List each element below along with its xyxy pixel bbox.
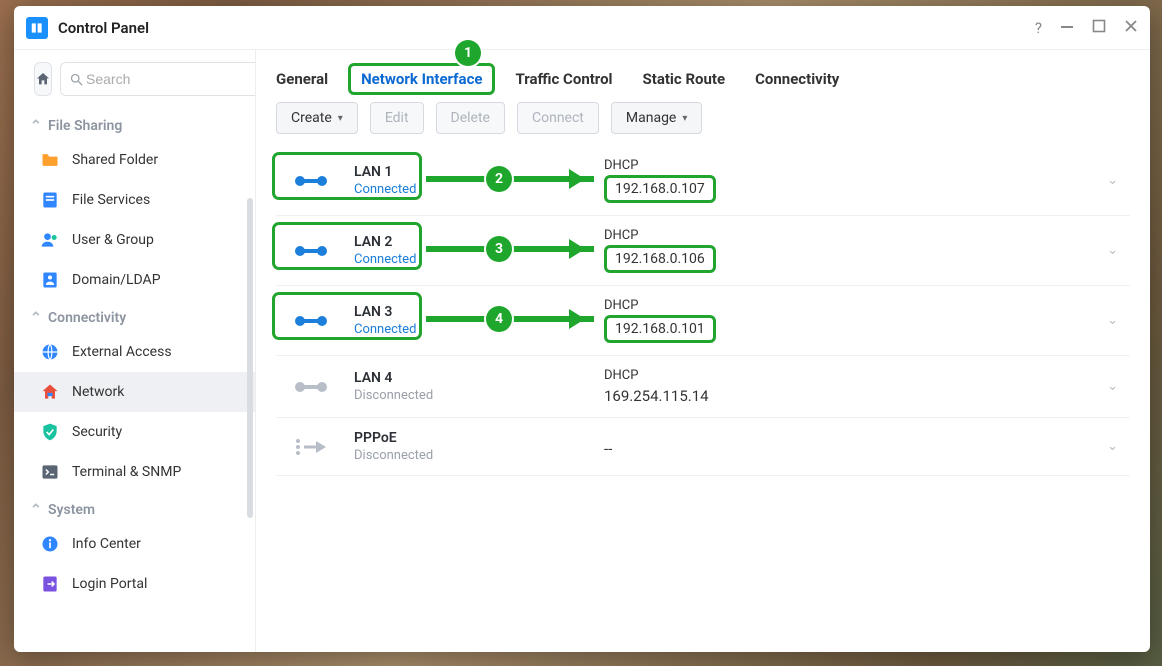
sidebar-scrollbar[interactable] bbox=[247, 198, 253, 518]
titlebar: Control Panel ? bbox=[14, 6, 1150, 50]
close-button[interactable] bbox=[1124, 19, 1138, 37]
manage-button[interactable]: Manage▾ bbox=[611, 102, 703, 134]
sidebar-item-login-portal[interactable]: Login Portal bbox=[14, 564, 255, 604]
help-button[interactable]: ? bbox=[1035, 19, 1042, 37]
section-file-sharing[interactable]: ⌃ File Sharing bbox=[14, 108, 255, 140]
caret-down-icon: ▾ bbox=[682, 113, 687, 124]
sidebar-item-network[interactable]: Network bbox=[14, 372, 255, 412]
section-connectivity[interactable]: ⌃ Connectivity bbox=[14, 300, 255, 332]
maximize-button[interactable] bbox=[1092, 19, 1106, 37]
interface-ip: 169.254.115.14 bbox=[604, 387, 1088, 405]
caret-down-icon: ▾ bbox=[338, 113, 343, 124]
login-portal-icon bbox=[40, 574, 60, 594]
tab-general[interactable]: General bbox=[276, 70, 328, 88]
window-title: Control Panel bbox=[58, 19, 149, 37]
tabs: General Network Interface Traffic Contro… bbox=[256, 50, 1150, 102]
interface-ip: -- bbox=[604, 440, 1088, 458]
sidebar-item-user-group[interactable]: User & Group bbox=[14, 220, 255, 260]
interface-row[interactable]: 4LAN 3ConnectedDHCP192.168.0.101⌄ bbox=[276, 286, 1130, 356]
chevron-up-icon: ⌃ bbox=[30, 118, 42, 134]
interface-row[interactable]: 3LAN 2ConnectedDHCP192.168.0.106⌄ bbox=[276, 216, 1130, 286]
domain-icon bbox=[40, 270, 60, 290]
sidebar-item-security[interactable]: Security bbox=[14, 412, 255, 452]
interface-ip: 192.168.0.107 bbox=[604, 175, 716, 203]
interface-row[interactable]: 2LAN 1ConnectedDHCP192.168.0.107⌄ bbox=[276, 146, 1130, 216]
annotation-badge-2: 2 bbox=[486, 166, 512, 192]
section-system[interactable]: ⌃ System bbox=[14, 492, 255, 524]
expand-toggle[interactable]: ⌄ bbox=[1088, 173, 1118, 188]
file-services-icon bbox=[40, 190, 60, 210]
main-panel: General Network Interface Traffic Contro… bbox=[256, 50, 1150, 652]
expand-toggle[interactable]: ⌄ bbox=[1088, 243, 1118, 258]
interface-name: LAN 4 bbox=[354, 370, 604, 386]
annotation-badge-3: 3 bbox=[486, 236, 512, 262]
sidebar: ⌃ File Sharing Shared Folder File Servic… bbox=[14, 50, 256, 652]
annotation-badge-1: 1 bbox=[455, 40, 481, 66]
sidebar-item-domain-ldap[interactable]: Domain/LDAP bbox=[14, 260, 255, 300]
annotation-badge-4: 4 bbox=[486, 306, 512, 332]
sidebar-item-external-access[interactable]: External Access bbox=[14, 332, 255, 372]
interface-ip: 192.168.0.101 bbox=[604, 315, 716, 343]
users-icon bbox=[40, 230, 60, 250]
interface-mode: DHCP bbox=[604, 368, 1088, 383]
expand-toggle[interactable]: ⌄ bbox=[1088, 439, 1118, 454]
search-input[interactable] bbox=[84, 70, 256, 88]
interface-mode: DHCP bbox=[604, 298, 1088, 313]
expand-toggle[interactable]: ⌄ bbox=[1088, 313, 1118, 328]
sidebar-item-info-center[interactable]: Info Center bbox=[14, 524, 255, 564]
interface-row[interactable]: PPPoE Disconnected--⌄ bbox=[276, 418, 1130, 476]
interface-status: Disconnected bbox=[354, 448, 604, 463]
tab-static-route[interactable]: Static Route bbox=[643, 70, 726, 88]
interface-name: PPPoE bbox=[354, 430, 604, 446]
sidebar-item-file-services[interactable]: File Services bbox=[14, 180, 255, 220]
delete-button[interactable]: Delete bbox=[436, 102, 505, 134]
sidebar-item-terminal-snmp[interactable]: Terminal & SNMP bbox=[14, 452, 255, 492]
pppoe-icon bbox=[294, 437, 354, 457]
home-button[interactable] bbox=[34, 62, 52, 96]
terminal-icon bbox=[40, 462, 60, 482]
interface-row[interactable]: LAN 4 DisconnectedDHCP 169.254.115.14⌄ bbox=[276, 356, 1130, 418]
control-panel-window: Control Panel ? ⌃ File bbox=[14, 6, 1150, 652]
app-icon bbox=[26, 17, 48, 39]
info-icon bbox=[40, 534, 60, 554]
tab-network-interface[interactable]: Network Interface bbox=[348, 63, 495, 95]
interface-list: 2LAN 1ConnectedDHCP192.168.0.107⌄3LAN 2C… bbox=[256, 146, 1150, 476]
tab-traffic-control[interactable]: Traffic Control bbox=[515, 70, 612, 88]
search-box[interactable] bbox=[60, 62, 256, 96]
folder-icon bbox=[40, 150, 60, 170]
window-controls: ? bbox=[1035, 19, 1138, 37]
sidebar-item-shared-folder[interactable]: Shared Folder bbox=[14, 140, 255, 180]
network-icon bbox=[40, 382, 60, 402]
chevron-up-icon: ⌃ bbox=[30, 310, 42, 326]
edit-button[interactable]: Edit bbox=[370, 102, 424, 134]
interface-ip: 192.168.0.106 bbox=[604, 245, 716, 273]
create-button[interactable]: Create▾ bbox=[276, 102, 358, 134]
search-icon bbox=[69, 72, 84, 87]
expand-toggle[interactable]: ⌄ bbox=[1088, 379, 1118, 394]
ethernet-icon bbox=[294, 378, 354, 396]
toolbar: Create▾ Edit Delete Connect Manage▾ bbox=[256, 102, 1150, 146]
tab-connectivity[interactable]: Connectivity bbox=[755, 70, 839, 88]
interface-status: Disconnected bbox=[354, 388, 604, 403]
interface-mode: DHCP bbox=[604, 228, 1088, 243]
shield-icon bbox=[40, 422, 60, 442]
interface-mode: DHCP bbox=[604, 158, 1088, 173]
chevron-up-icon: ⌃ bbox=[30, 502, 42, 518]
connect-button[interactable]: Connect bbox=[517, 102, 599, 134]
minimize-button[interactable] bbox=[1060, 19, 1074, 37]
external-access-icon bbox=[40, 342, 60, 362]
